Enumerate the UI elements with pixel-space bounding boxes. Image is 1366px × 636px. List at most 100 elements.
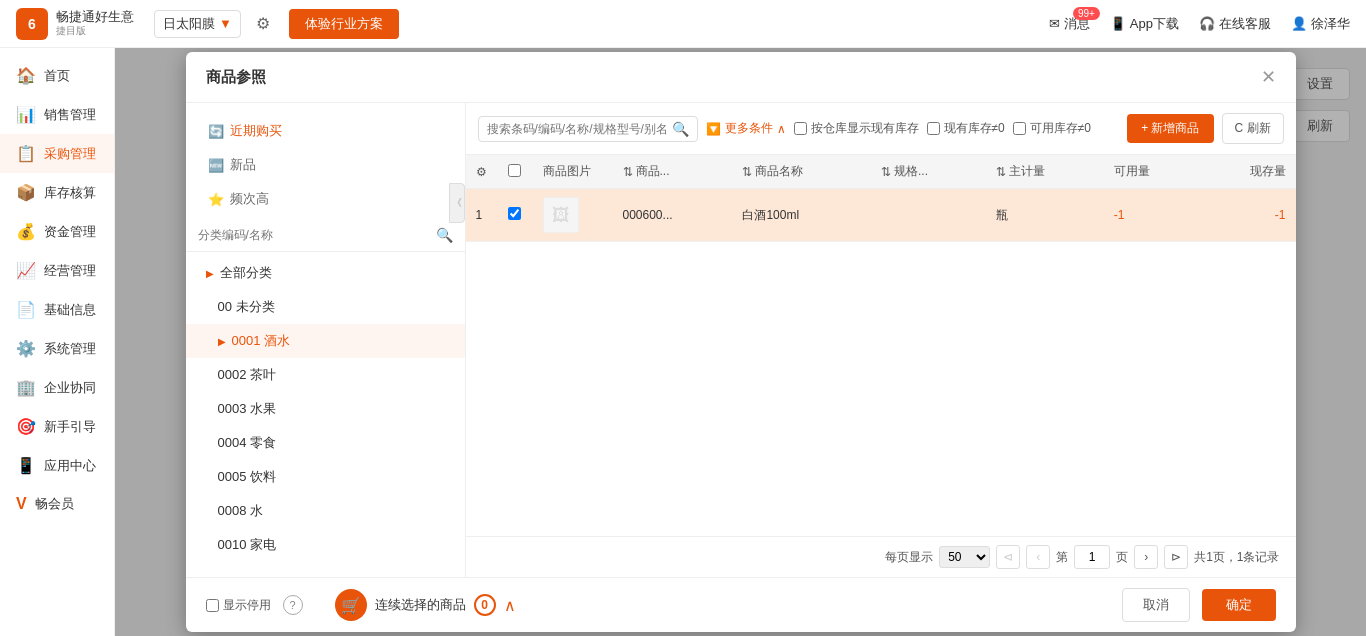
finance-icon: 💰 [16, 222, 36, 241]
cat-snack[interactable]: 0004 零食 [186, 426, 465, 460]
cat-drinks[interactable]: 0005 饮料 [186, 460, 465, 494]
th-spec[interactable]: ⇅ 规格... [871, 155, 986, 189]
sidebar-item-guide[interactable]: 🎯 新手引导 [0, 407, 114, 446]
modal-body: 🔄 近期购买 🆕 新品 ⭐ 频次高 [186, 103, 1296, 577]
checkbox-show-stock-input[interactable] [794, 122, 807, 135]
sidebar-item-finance[interactable]: 💰 资金管理 [0, 212, 114, 251]
message-button[interactable]: ✉ 消息 99+ [1049, 15, 1090, 33]
show-disabled-checkbox[interactable]: 显示停用 [206, 597, 271, 614]
confirm-button[interactable]: 确定 [1202, 589, 1276, 621]
sidebar-item-system[interactable]: ⚙️ 系统管理 [0, 329, 114, 368]
checkbox-show-stock[interactable]: 按仓库显示现有库存 [794, 120, 919, 137]
refresh-button[interactable]: C 刷新 [1222, 113, 1284, 144]
message-icon: ✉ [1049, 16, 1060, 31]
modal-close-button[interactable]: ✕ [1261, 66, 1276, 88]
gear-button[interactable]: ⚙ [249, 10, 277, 38]
cell-checkbox[interactable] [497, 189, 533, 242]
tab-frequent[interactable]: ⭐ 频次高 [198, 183, 453, 215]
cat-tea[interactable]: 0002 茶叶 [186, 358, 465, 392]
sidebar-item-operations[interactable]: 📈 经营管理 [0, 251, 114, 290]
th-spec-sort-icon: ⇅ [881, 165, 891, 179]
cat-all-arrow: ▶ [206, 268, 214, 279]
sidebar-label-apps: 应用中心 [44, 457, 96, 475]
per-page-label: 每页显示 [885, 549, 933, 566]
collapse-panel-button[interactable]: 《 [449, 183, 465, 223]
logo-icon: 6 [16, 8, 48, 40]
sidebar-item-inventory[interactable]: 📦 库存核算 [0, 173, 114, 212]
cat-unclassified[interactable]: 00 未分类 [186, 290, 465, 324]
th-unit[interactable]: ⇅ 主计量 [986, 155, 1104, 189]
inventory-icon: 📦 [16, 183, 36, 202]
enterprise-icon: 🏢 [16, 378, 36, 397]
table-row[interactable]: 1 🖼 000600... 白酒100ml [466, 189, 1296, 242]
cat-appliance[interactable]: 0010 家电 [186, 528, 465, 562]
settings-icon[interactable]: ⚙ [476, 165, 487, 179]
checkbox-stock-not-zero[interactable]: 现有库存≠0 [927, 120, 1005, 137]
system-icon: ⚙️ [16, 339, 36, 358]
page-first-button[interactable]: ⊲ [996, 545, 1020, 569]
checkbox-stock-not-zero-input[interactable] [927, 122, 940, 135]
category-search-icon[interactable]: 🔍 [436, 227, 453, 243]
apps-icon: 📱 [16, 456, 36, 475]
product-search-input[interactable] [487, 122, 672, 136]
checkbox-available-not-zero[interactable]: 可用库存≠0 [1013, 120, 1091, 137]
footer-collapse-button[interactable]: ∧ [504, 596, 516, 615]
app-icon: 📱 [1110, 16, 1126, 31]
page-prev-button[interactable]: ‹ [1026, 545, 1050, 569]
per-page-select[interactable]: 50 100 [939, 546, 990, 568]
frequent-label: 频次高 [230, 190, 269, 208]
th-stock-label: 现存量 [1250, 163, 1286, 180]
sidebar-item-sales[interactable]: 📊 销售管理 [0, 95, 114, 134]
sidebar-item-apps[interactable]: 📱 应用中心 [0, 446, 114, 485]
cancel-button[interactable]: 取消 [1122, 588, 1190, 622]
page-last-button[interactable]: ⊳ [1164, 545, 1188, 569]
product-search-icon[interactable]: 🔍 [672, 121, 689, 137]
th-unit-sort-icon: ⇅ [996, 165, 1006, 179]
select-all-checkbox[interactable] [508, 164, 521, 177]
main-content: 查询 设置 刷新 商品参照 ✕ [115, 48, 1366, 636]
total-label: 共1页，1条记录 [1194, 549, 1279, 566]
filter-button[interactable]: 🔽 更多条件 ∧ [706, 120, 786, 137]
cat-all[interactable]: ▶ 全部分类 [186, 256, 465, 290]
home-icon: 🏠 [16, 66, 36, 85]
sidebar-item-enterprise[interactable]: 🏢 企业协同 [0, 368, 114, 407]
cat-liquor[interactable]: ▶ 0001 酒水 [186, 324, 465, 358]
sidebar-item-member[interactable]: V 畅会员 [0, 485, 114, 523]
sidebar-item-basics[interactable]: 📄 基础信息 [0, 290, 114, 329]
category-search-input[interactable] [198, 228, 436, 242]
th-name[interactable]: ⇅ 商品名称 [732, 155, 871, 189]
store-selector[interactable]: 日太阳膜 ▼ [154, 10, 241, 38]
show-disabled-input[interactable] [206, 599, 219, 612]
cart-icon-button[interactable]: 🛒 [335, 589, 367, 621]
new-icon: 🆕 [208, 158, 224, 173]
checkbox-available-not-zero-input[interactable] [1013, 122, 1026, 135]
th-unit-label: 主计量 [1009, 163, 1045, 180]
add-product-button[interactable]: + 新增商品 [1127, 114, 1213, 143]
logo-line2: 捷目版 [56, 24, 134, 38]
page-next-button[interactable]: › [1134, 545, 1158, 569]
sidebar: 🏠 首页 📊 销售管理 📋 采购管理 📦 库存核算 💰 资金管理 📈 经营管理 … [0, 48, 115, 636]
exp-button[interactable]: 体验行业方案 [289, 9, 399, 39]
tab-new[interactable]: 🆕 新品 [198, 149, 453, 181]
product-image-placeholder: 🖼 [543, 197, 579, 233]
tab-recent[interactable]: 🔄 近期购买 [198, 115, 453, 147]
store-label: 日太阳膜 [163, 15, 215, 33]
service-button[interactable]: 🎧 在线客服 [1199, 15, 1271, 33]
user-profile[interactable]: 👤 徐泽华 [1291, 15, 1350, 33]
th-code[interactable]: ⇅ 商品... [613, 155, 733, 189]
sidebar-label-purchase: 采购管理 [44, 145, 96, 163]
sidebar-label-basics: 基础信息 [44, 301, 96, 319]
row-checkbox[interactable] [508, 207, 521, 220]
table-header-row: ⚙ 商品图片 [466, 155, 1296, 189]
app-download-button[interactable]: 📱 App下载 [1110, 15, 1179, 33]
cat-water[interactable]: 0008 水 [186, 494, 465, 528]
sidebar-item-home[interactable]: 🏠 首页 [0, 56, 114, 95]
sales-icon: 📊 [16, 105, 36, 124]
cart-wrap: 🛒 连续选择的商品 0 ∧ [335, 589, 516, 621]
cell-spec [871, 189, 986, 242]
sidebar-item-purchase[interactable]: 📋 采购管理 [0, 134, 114, 173]
cell-name: 白酒100ml [732, 189, 871, 242]
cat-fruit[interactable]: 0003 水果 [186, 392, 465, 426]
help-button[interactable]: ? [283, 595, 303, 615]
page-number-input[interactable] [1074, 545, 1110, 569]
